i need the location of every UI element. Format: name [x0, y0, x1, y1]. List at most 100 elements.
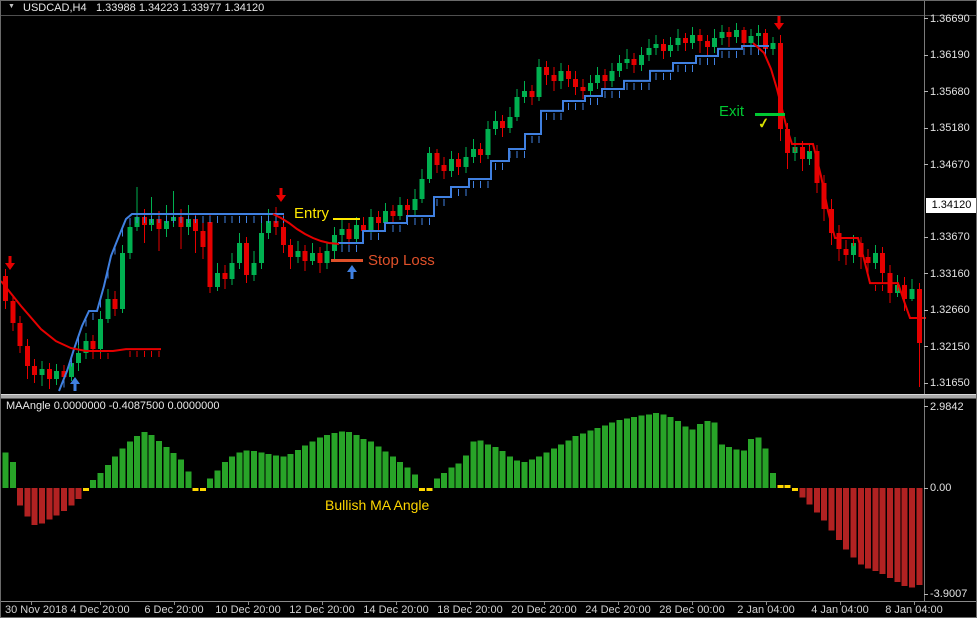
- pane-separator[interactable]: [1, 394, 976, 399]
- chart-canvas[interactable]: [1, 1, 977, 618]
- candle-body: [917, 289, 922, 343]
- candle-body: [661, 44, 666, 51]
- histogram-bar: [741, 450, 747, 488]
- price-axis-label: 1.36690: [930, 13, 970, 25]
- histogram-bar: [302, 446, 308, 488]
- histogram-bar: [266, 454, 272, 488]
- candle-body: [398, 205, 403, 216]
- candle-body: [105, 299, 110, 319]
- time-axis-label: 14 Dec 20:00: [363, 604, 428, 616]
- histogram-bar: [770, 473, 776, 488]
- histogram-bar: [405, 468, 411, 488]
- price-axis-label: 1.32660: [930, 304, 970, 316]
- candle-body: [500, 121, 505, 128]
- exit-label[interactable]: Exit: [719, 103, 744, 120]
- histogram-bar: [200, 488, 206, 491]
- time-axis-label: 6 Dec 20:00: [144, 604, 203, 616]
- candle-body: [690, 35, 695, 43]
- sell-arrow-icon[interactable]: [772, 15, 786, 31]
- buy-arrow-icon[interactable]: [68, 376, 82, 392]
- indicator-axis-label: 2.9842: [930, 401, 964, 413]
- candle-body: [595, 75, 600, 83]
- histogram-bar: [478, 440, 484, 488]
- histogram-bar: [441, 473, 447, 488]
- candle-body: [317, 253, 322, 263]
- candle-body: [259, 233, 264, 263]
- buy-arrow-icon[interactable]: [345, 264, 359, 280]
- histogram-bar: [171, 453, 177, 488]
- histogram-bar: [646, 414, 652, 488]
- histogram-bar: [719, 444, 725, 488]
- stop-loss-line[interactable]: [331, 259, 363, 262]
- histogram-bar: [580, 433, 586, 488]
- histogram-bar: [456, 463, 462, 488]
- indicator-name-label: MAAngle 0.0000000 -0.4087500 0.0000000: [6, 400, 219, 412]
- time-axis-label: 2 Jan 04:00: [737, 604, 795, 616]
- entry-line[interactable]: [333, 218, 360, 220]
- bullish-ma-angle-label[interactable]: Bullish MA Angle: [325, 497, 429, 513]
- histogram-bar: [529, 459, 535, 488]
- candle-body: [697, 35, 702, 41]
- histogram-bar: [426, 488, 432, 491]
- candle-body: [113, 299, 118, 309]
- histogram-bar: [295, 450, 301, 488]
- histogram-bar: [690, 429, 696, 488]
- candle-body: [646, 48, 651, 55]
- histogram-bar: [470, 442, 476, 488]
- time-axis-label: 24 Dec 20:00: [585, 604, 650, 616]
- candle-body: [909, 289, 914, 299]
- candle-body: [200, 231, 205, 247]
- histogram-bar: [500, 451, 506, 488]
- histogram-bar: [90, 480, 96, 488]
- candle-body: [551, 75, 556, 81]
- candle-body: [712, 38, 717, 47]
- histogram-bar: [119, 448, 125, 488]
- time-axis-border: [1, 601, 976, 602]
- histogram-bar: [76, 488, 82, 499]
- candle-body: [405, 205, 410, 210]
- histogram-bar: [185, 472, 191, 488]
- candle-body: [493, 121, 498, 129]
- histogram-bar: [163, 447, 169, 488]
- candle-body: [566, 71, 571, 79]
- price-axis-tick: [924, 18, 928, 19]
- candle-body: [485, 129, 490, 155]
- histogram-bar: [558, 444, 564, 488]
- entry-label[interactable]: Entry: [294, 205, 329, 222]
- ohlc-quotes-label: 1.33988 1.34223 1.33977 1.34120: [96, 2, 264, 14]
- price-axis-label: 1.33670: [930, 231, 970, 243]
- histogram-bar: [397, 462, 403, 488]
- histogram-bar: [865, 488, 871, 568]
- price-axis-label: 1.34670: [930, 159, 970, 171]
- histogram-bar: [448, 468, 454, 488]
- chart-dropdown-icon[interactable]: ▼: [8, 3, 15, 10]
- time-axis-label: 10 Dec 20:00: [215, 604, 280, 616]
- indicator-axis-tick: [924, 488, 928, 489]
- time-axis-label: 18 Dec 20:00: [437, 604, 502, 616]
- sell-arrow-icon[interactable]: [274, 187, 288, 203]
- histogram-bar: [149, 435, 155, 488]
- histogram-bar: [46, 488, 52, 519]
- stop-loss-label[interactable]: Stop Loss: [368, 252, 435, 269]
- candle-body: [464, 157, 469, 167]
- candle-body: [40, 369, 45, 375]
- candle-body: [866, 257, 871, 263]
- histogram-bar: [32, 488, 38, 525]
- histogram-bar: [507, 457, 513, 488]
- histogram-bar: [339, 431, 345, 488]
- candle-body: [727, 32, 732, 37]
- price-axis-tick: [924, 55, 928, 56]
- candle-body: [456, 159, 461, 167]
- histogram-bar: [551, 448, 557, 488]
- histogram-bar: [375, 447, 381, 488]
- time-axis-label: 12 Dec 20:00: [289, 604, 354, 616]
- candle-body: [588, 83, 593, 91]
- histogram-bar: [141, 432, 147, 488]
- candle-body: [617, 63, 622, 71]
- candle-body: [873, 253, 878, 263]
- sell-arrow-icon[interactable]: [3, 255, 17, 271]
- price-axis-tick: [924, 91, 928, 92]
- time-axis-label: 8 Jan 04:00: [885, 604, 943, 616]
- price-axis-tick: [924, 164, 928, 165]
- indicator-axis-tick: [924, 406, 928, 407]
